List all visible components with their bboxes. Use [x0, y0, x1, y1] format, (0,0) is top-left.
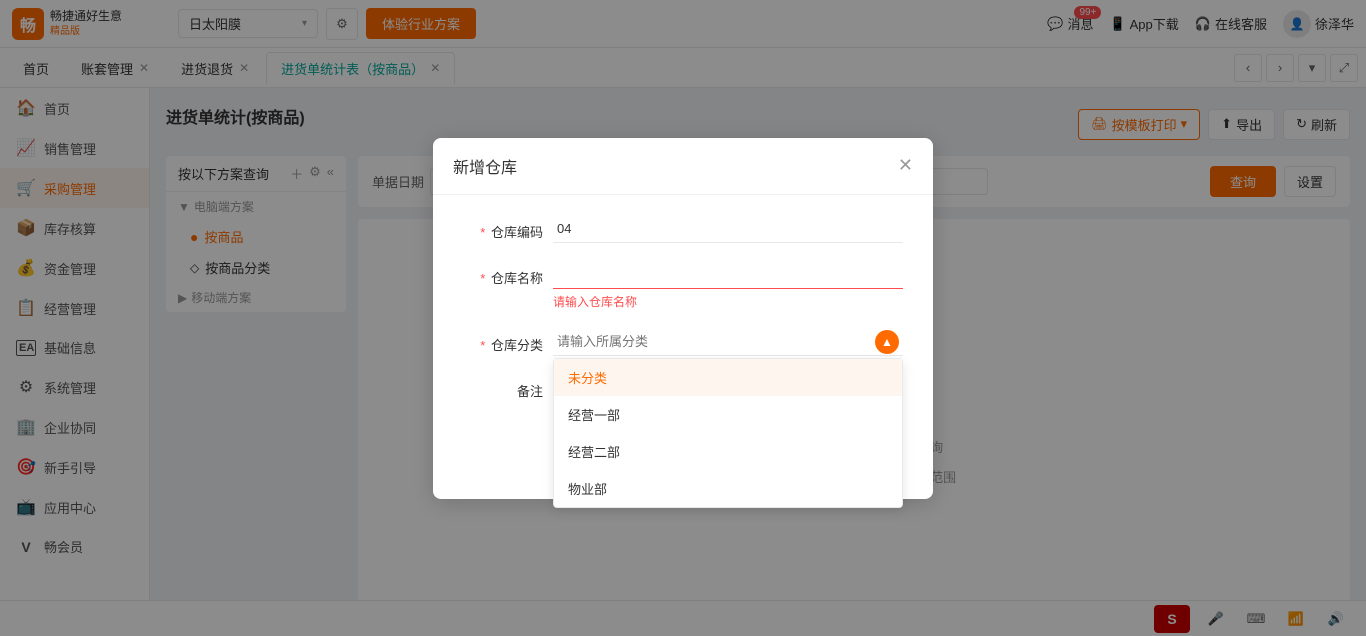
warehouse-name-wrapper: 请输入仓库名称 [553, 261, 903, 310]
dropdown-item-uncategorized[interactable]: 未分类 [554, 359, 902, 396]
dropdown-item-dept2[interactable]: 经营二部 [554, 433, 902, 470]
warehouse-code-label: * 仓库编码 [463, 215, 543, 241]
modal-title: 新增仓库 [453, 154, 517, 178]
warehouse-category-row: * 仓库分类 ▲ 未分类 经营一部 经营二部 [463, 328, 903, 356]
warehouse-name-input[interactable] [553, 261, 903, 289]
dropdown-item-property[interactable]: 物业部 [554, 470, 902, 507]
modal-close-btn[interactable]: ✕ [898, 155, 913, 176]
modal-overlay: 新增仓库 ✕ * 仓库编码 * 仓库名称 [0, 0, 1366, 636]
warehouse-name-error: 请输入仓库名称 [553, 293, 903, 310]
warehouse-name-row: * 仓库名称 请输入仓库名称 [463, 261, 903, 310]
notes-label: 备注 [463, 374, 543, 400]
dropdown-item-dept1[interactable]: 经营一部 [554, 396, 902, 433]
modal-header: 新增仓库 ✕ [433, 138, 933, 195]
warehouse-category-input[interactable] [553, 328, 903, 356]
warehouse-name-label: * 仓库名称 [463, 261, 543, 287]
category-dropdown-list: 未分类 经营一部 经营二部 物业部 [553, 358, 903, 508]
warehouse-code-input[interactable] [553, 215, 903, 243]
new-warehouse-modal: 新增仓库 ✕ * 仓库编码 * 仓库名称 [433, 138, 933, 499]
warehouse-category-label: * 仓库分类 [463, 328, 543, 354]
warehouse-category-wrapper: ▲ 未分类 经营一部 经营二部 物业部 [553, 328, 903, 356]
modal-body: * 仓库编码 * 仓库名称 请输入仓库名称 [433, 195, 933, 444]
category-dropdown-arrow[interactable]: ▲ [875, 330, 899, 354]
warehouse-code-row: * 仓库编码 [463, 215, 903, 243]
warehouse-code-wrapper [553, 215, 903, 243]
